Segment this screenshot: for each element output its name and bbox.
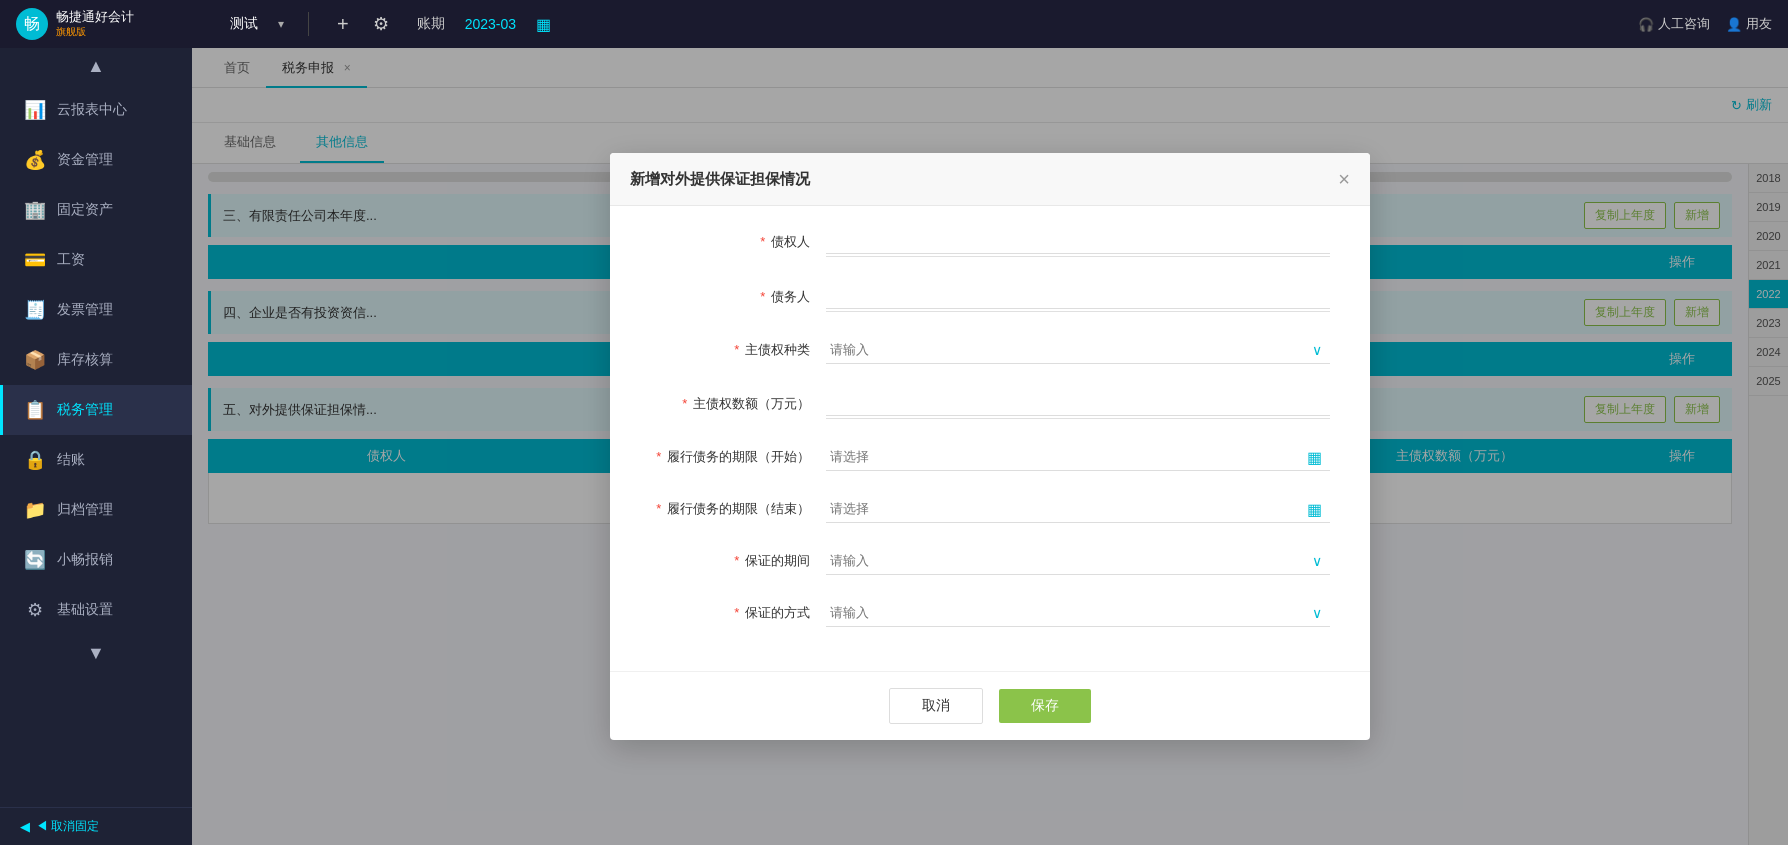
guarantee-method-label: * 保证的方式 xyxy=(650,604,810,622)
sidebar-item-closing[interactable]: 🔒 结账 xyxy=(0,435,192,485)
form-row-debtor: * 债务人 xyxy=(650,281,1330,312)
settings-icon[interactable]: ⚙ xyxy=(369,13,393,35)
add-button[interactable]: + xyxy=(333,13,353,36)
sidebar-item-payroll[interactable]: 💳 工资 xyxy=(0,235,192,285)
sidebar-item-invoice[interactable]: 🧾 发票管理 xyxy=(0,285,192,335)
period-value[interactable]: 2023-03 xyxy=(465,16,516,32)
form-row-guarantee-period: * 保证的期间 ∨ xyxy=(650,547,1330,575)
period-end-wrap: ▦ xyxy=(826,495,1330,523)
sidebar-item-label: 结账 xyxy=(57,451,85,469)
inventory-icon: 📦 xyxy=(23,349,47,371)
company-name[interactable]: 测试 xyxy=(230,15,258,33)
guarantee-period-input[interactable] xyxy=(826,547,1330,575)
sidebar-scroll-up[interactable]: ▲ xyxy=(0,48,192,85)
form-row-guarantee-method: * 保证的方式 ∨ xyxy=(650,599,1330,627)
cloud-report-icon: 📊 xyxy=(23,99,47,121)
debtor-input-wrap xyxy=(826,281,1330,312)
sidebar-item-inventory[interactable]: 📦 库存核算 xyxy=(0,335,192,385)
modal-dialog: 新增对外提供保证担保情况 × * 债权人 * 债务人 xyxy=(610,153,1370,740)
modal-overlay[interactable]: 新增对外提供保证担保情况 × * 债权人 * 债务人 xyxy=(192,48,1788,845)
sidebar-item-label: 固定资产 xyxy=(57,201,113,219)
unpin-icon: ◀ xyxy=(20,819,30,834)
calendar-icon[interactable]: ▦ xyxy=(536,15,551,34)
unpin-label: ◀ 取消固定 xyxy=(36,818,99,835)
claim-type-label: * 主债权种类 xyxy=(650,341,810,359)
base-settings-icon: ⚙ xyxy=(23,599,47,621)
guarantee-period-label: * 保证的期间 xyxy=(650,552,810,570)
period-start-input[interactable] xyxy=(826,443,1330,471)
guarantee-method-input[interactable] xyxy=(826,599,1330,627)
debtor-label: * 债务人 xyxy=(650,288,810,306)
header-right: 🎧 人工咨询 👤 用友 xyxy=(1638,15,1772,33)
fixed-assets-icon: 🏢 xyxy=(23,199,47,221)
modal-body: * 债权人 * 债务人 xyxy=(610,206,1370,671)
claim-amount-input[interactable] xyxy=(826,388,1330,416)
sidebar-item-fixed-assets[interactable]: 🏢 固定资产 xyxy=(0,185,192,235)
sidebar-item-archive[interactable]: 📁 归档管理 xyxy=(0,485,192,535)
closing-icon: 🔒 xyxy=(23,449,47,471)
payroll-icon: 💳 xyxy=(23,249,47,271)
guarantee-method-wrap: ∨ xyxy=(826,599,1330,627)
user-button[interactable]: 👤 用友 xyxy=(1726,15,1772,33)
cancel-button[interactable]: 取消 xyxy=(889,688,983,724)
edition-badge: 旗舰版 xyxy=(56,25,134,39)
period-end-label: * 履行债务的期限（结束） xyxy=(650,500,810,518)
sidebar-item-settings[interactable]: ⚙ 基础设置 xyxy=(0,585,192,635)
logo-text: 畅捷通好会计 xyxy=(56,9,134,25)
sidebar-item-label: 资金管理 xyxy=(57,151,113,169)
tax-icon: 📋 xyxy=(23,399,47,421)
sidebar-item-label: 云报表中心 xyxy=(57,101,127,119)
unpin-button[interactable]: ◀ ◀ 取消固定 xyxy=(0,807,192,845)
modal-title: 新增对外提供保证担保情况 xyxy=(630,170,810,189)
invoice-icon: 🧾 xyxy=(23,299,47,321)
sidebar-item-label: 工资 xyxy=(57,251,85,269)
period-start-wrap: ▦ xyxy=(826,443,1330,471)
period-label: 账期 xyxy=(417,15,445,33)
user-icon: 👤 xyxy=(1726,17,1742,32)
modal-footer: 取消 保存 xyxy=(610,671,1370,740)
xiaochang-icon: 🔄 xyxy=(23,549,47,571)
support-button[interactable]: 🎧 人工咨询 xyxy=(1638,15,1710,33)
creditor-input[interactable] xyxy=(826,226,1330,254)
form-row-claim-amount: * 主债权数额（万元） xyxy=(650,388,1330,419)
top-header: 畅 畅捷通好会计 旗舰版 测试 ▾ + ⚙ 账期 2023-03 ▦ 🎧 人工咨… xyxy=(0,0,1788,48)
sidebar-item-tax[interactable]: 📋 税务管理 xyxy=(0,385,192,435)
fund-icon: 💰 xyxy=(23,149,47,171)
logo-area: 畅 畅捷通好会计 旗舰版 xyxy=(16,8,206,40)
sidebar-item-fund[interactable]: 💰 资金管理 xyxy=(0,135,192,185)
headset-icon: 🎧 xyxy=(1638,17,1654,32)
modal-close-button[interactable]: × xyxy=(1338,169,1350,189)
debtor-input[interactable] xyxy=(826,281,1330,309)
form-row-period-end: * 履行债务的期限（结束） ▦ xyxy=(650,495,1330,523)
claim-type-input[interactable] xyxy=(826,336,1330,364)
form-row-period-start: * 履行债务的期限（开始） ▦ xyxy=(650,443,1330,471)
form-row-creditor: * 债权人 xyxy=(650,226,1330,257)
sidebar-item-label: 库存核算 xyxy=(57,351,113,369)
sidebar-item-label: 发票管理 xyxy=(57,301,113,319)
save-button[interactable]: 保存 xyxy=(999,689,1091,723)
creditor-input-wrap xyxy=(826,226,1330,257)
sidebar-item-label: 小畅报销 xyxy=(57,551,113,569)
period-end-input[interactable] xyxy=(826,495,1330,523)
claim-type-select-wrap: ∨ xyxy=(826,336,1330,364)
sidebar-item-label: 基础设置 xyxy=(57,601,113,619)
form-row-claim-type: * 主债权种类 ∨ xyxy=(650,336,1330,364)
guarantee-period-wrap: ∨ xyxy=(826,547,1330,575)
sidebar-item-cloud-report[interactable]: 📊 云报表中心 xyxy=(0,85,192,135)
company-dropdown-icon[interactable]: ▾ xyxy=(278,17,284,31)
creditor-label: * 债权人 xyxy=(650,233,810,251)
sidebar-item-label: 归档管理 xyxy=(57,501,113,519)
logo-icon: 畅 xyxy=(16,8,48,40)
period-start-label: * 履行债务的期限（开始） xyxy=(650,448,810,466)
modal-header: 新增对外提供保证担保情况 × xyxy=(610,153,1370,206)
sidebar-item-xiaochang[interactable]: 🔄 小畅报销 xyxy=(0,535,192,585)
header-separator xyxy=(308,12,309,36)
sidebar: ▲ 📊 云报表中心 💰 资金管理 🏢 固定资产 💳 工资 🧾 发票管理 📦 库存… xyxy=(0,48,192,845)
claim-amount-label: * 主债权数额（万元） xyxy=(650,395,810,413)
sidebar-scroll-down[interactable]: ▼ xyxy=(0,635,192,672)
sidebar-item-label: 税务管理 xyxy=(57,401,113,419)
archive-icon: 📁 xyxy=(23,499,47,521)
claim-amount-input-wrap xyxy=(826,388,1330,419)
